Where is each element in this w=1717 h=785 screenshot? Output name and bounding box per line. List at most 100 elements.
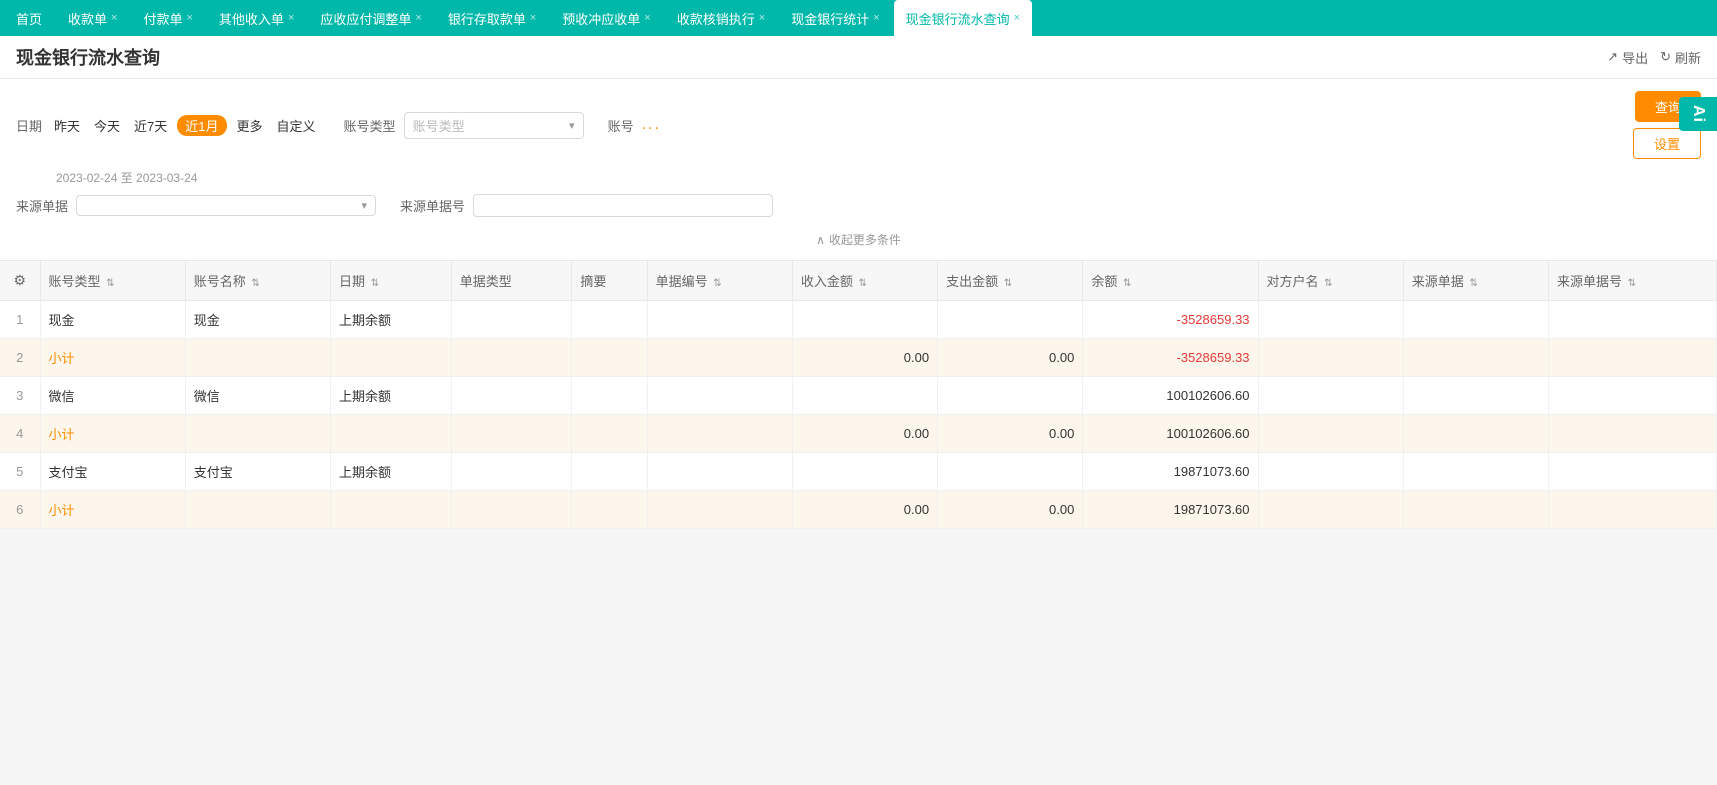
cell-account-name	[185, 415, 330, 453]
col-date: 日期 ⇅	[330, 261, 451, 301]
table-container: ⚙ 账号类型 ⇅ 账号名称 ⇅ 日期 ⇅ 单据类型 摘要	[0, 261, 1717, 529]
cell-source-doc	[1403, 415, 1548, 453]
nav-other-income-close[interactable]: ×	[288, 12, 294, 24]
nav-cash-flow-close[interactable]: ×	[1014, 12, 1020, 24]
nav-payment-close[interactable]: ×	[186, 12, 192, 24]
cell-doc-type	[451, 415, 572, 453]
cell-doc-no	[647, 491, 792, 529]
cell-doc-type	[451, 491, 572, 529]
col-doc-no: 单据编号 ⇅	[647, 261, 792, 301]
cell-date	[330, 491, 451, 529]
nav-prepay-clear[interactable]: 预收冲应收单 ×	[550, 0, 662, 36]
cell-income	[792, 301, 937, 339]
cell-index: 6	[0, 491, 40, 529]
refresh-label: 刷新	[1675, 48, 1701, 67]
header-actions: ↗ 导出 ↻ 刷新	[1607, 48, 1701, 67]
sort-source-doc-no-icon[interactable]: ⇅	[1628, 278, 1636, 289]
cell-expense: 0.00	[938, 339, 1083, 377]
nav-bank-deposit-close[interactable]: ×	[530, 12, 536, 24]
date-opt-7days[interactable]: 近7天	[130, 115, 171, 136]
nav-home-label: 首页	[16, 9, 42, 28]
source-doc-no-input[interactable]	[473, 194, 773, 217]
nav-home[interactable]: 首页	[4, 0, 54, 36]
date-opt-yesterday[interactable]: 昨天	[50, 115, 84, 136]
cell-account-type: 微信	[40, 377, 185, 415]
nav-payment[interactable]: 付款单 ×	[131, 0, 204, 36]
cell-doc-no	[647, 339, 792, 377]
filter-row-1: 日期 昨天 今天 近7天 近1月 更多 自定义 账号类型 账号类型 ▾ 账号 .…	[16, 91, 1701, 159]
col-summary-label: 摘要	[580, 274, 606, 289]
cell-doc-no	[647, 415, 792, 453]
nav-receipt-close[interactable]: ×	[111, 12, 117, 24]
sort-expense-icon[interactable]: ⇅	[1004, 278, 1012, 289]
refresh-icon: ↻	[1660, 49, 1671, 65]
gear-icon[interactable]: ⚙	[13, 272, 26, 288]
nav-ar-ap-adjust-close[interactable]: ×	[415, 12, 421, 24]
refresh-button[interactable]: ↻ 刷新	[1660, 48, 1701, 67]
sort-date-icon[interactable]: ⇅	[371, 278, 379, 289]
source-doc-select[interactable]: ▾	[76, 195, 376, 216]
nav-receipt[interactable]: 收款单 ×	[56, 0, 129, 36]
source-doc-chevron: ▾	[361, 199, 367, 212]
date-opt-1month[interactable]: 近1月	[177, 115, 226, 136]
data-table: ⚙ 账号类型 ⇅ 账号名称 ⇅ 日期 ⇅ 单据类型 摘要	[0, 261, 1717, 529]
account-ellipsis-button[interactable]: ...	[642, 116, 661, 134]
cell-account-name	[185, 339, 330, 377]
collapse-label: 收起更多条件	[829, 231, 901, 248]
cell-account-name: 现金	[185, 301, 330, 339]
sort-balance-icon[interactable]: ⇅	[1123, 278, 1131, 289]
nav-bank-deposit[interactable]: 银行存取款单 ×	[436, 0, 548, 36]
sort-source-doc-icon[interactable]: ⇅	[1469, 278, 1477, 289]
cell-income	[792, 377, 937, 415]
table-row: 6小计0.000.0019871073.60	[0, 491, 1717, 529]
cell-source-doc	[1403, 453, 1548, 491]
col-account-name: 账号名称 ⇅	[185, 261, 330, 301]
cell-index: 5	[0, 453, 40, 491]
cell-date: 上期余额	[330, 453, 451, 491]
sort-counterparty-icon[interactable]: ⇅	[1324, 278, 1332, 289]
col-counterparty: 对方户名 ⇅	[1258, 261, 1403, 301]
nav-write-off-close[interactable]: ×	[759, 12, 765, 24]
cell-counterparty	[1258, 415, 1403, 453]
ai-badge[interactable]: Ai	[1679, 97, 1717, 131]
date-opt-custom[interactable]: 自定义	[273, 115, 320, 136]
cell-summary	[572, 301, 647, 339]
table-row: 2小计0.000.00-3528659.33	[0, 339, 1717, 377]
cell-summary	[572, 415, 647, 453]
nav-other-income[interactable]: 其他收入单 ×	[207, 0, 306, 36]
cell-account-type: 支付宝	[40, 453, 185, 491]
nav-cash-stat-close[interactable]: ×	[873, 12, 879, 24]
sort-income-icon[interactable]: ⇅	[859, 278, 867, 289]
date-range-display: 2023-02-24 至 2023-03-24	[56, 171, 197, 185]
cell-expense	[938, 301, 1083, 339]
date-opt-today[interactable]: 今天	[90, 115, 124, 136]
export-button[interactable]: ↗ 导出	[1607, 48, 1648, 67]
sort-account-name-icon[interactable]: ⇅	[251, 278, 259, 289]
sort-account-type-icon[interactable]: ⇅	[106, 278, 114, 289]
settings-button[interactable]: 设置	[1633, 128, 1701, 159]
cell-source-doc-no	[1549, 453, 1717, 491]
table-row: 1现金现金上期余额-3528659.33	[0, 301, 1717, 339]
col-doc-type: 单据类型	[451, 261, 572, 301]
date-label: 日期	[16, 116, 42, 135]
collapse-bar[interactable]: ∧ 收起更多条件	[16, 227, 1701, 248]
nav-ar-ap-adjust[interactable]: 应收应付调整单 ×	[308, 0, 433, 36]
nav-bank-deposit-label: 银行存取款单	[448, 9, 526, 28]
account-type-label: 账号类型	[344, 116, 396, 135]
sort-doc-no-icon[interactable]: ⇅	[713, 278, 721, 289]
nav-cash-stat[interactable]: 现金银行统计 ×	[779, 0, 891, 36]
cell-source-doc	[1403, 377, 1548, 415]
cell-doc-no	[647, 453, 792, 491]
date-opt-more[interactable]: 更多	[233, 115, 267, 136]
account-type-select[interactable]: 账号类型 ▾	[404, 112, 584, 139]
cell-account-type: 小计	[40, 339, 185, 377]
nav-prepay-clear-close[interactable]: ×	[644, 12, 650, 24]
col-income-label: 收入金额	[801, 274, 853, 289]
source-doc-label: 来源单据	[16, 196, 68, 215]
cell-summary	[572, 377, 647, 415]
nav-cash-flow[interactable]: 现金银行流水查询 ×	[894, 0, 1032, 36]
nav-write-off[interactable]: 收款核销执行 ×	[665, 0, 777, 36]
col-income: 收入金额 ⇅	[792, 261, 937, 301]
account-type-filter-group: 账号类型 账号类型 ▾	[344, 112, 584, 139]
col-account-name-label: 账号名称	[194, 274, 246, 289]
